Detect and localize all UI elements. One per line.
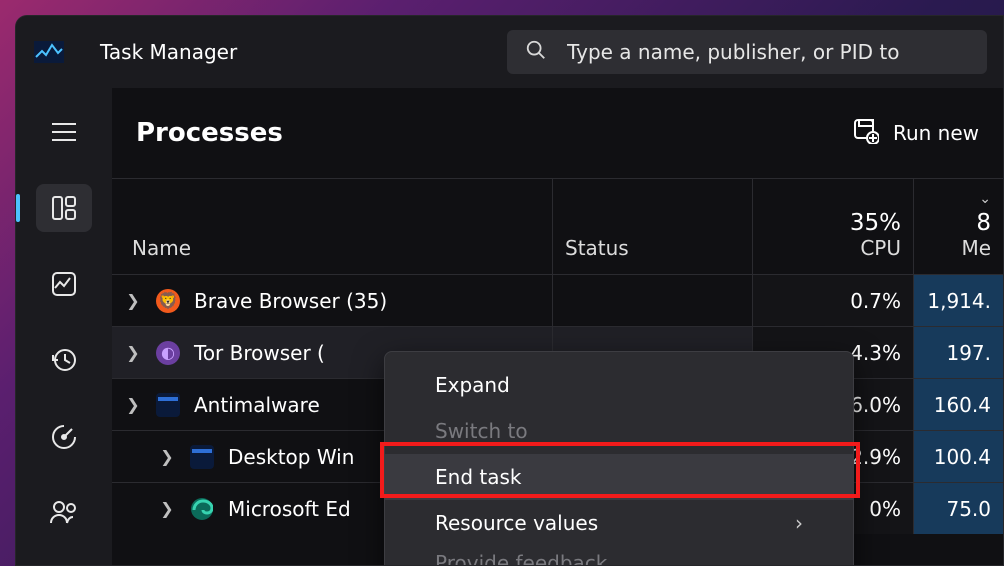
column-memory-label: Me <box>961 236 991 260</box>
table-row[interactable]: ❯🦁Brave Browser (35) 0.7%1,914. <box>112 274 1003 326</box>
search-placeholder: Type a name, publisher, or PID to <box>567 40 899 64</box>
sort-chevron-icon: ⌄ <box>979 192 991 206</box>
column-memory[interactable]: ⌄ 8 Me <box>913 179 1003 274</box>
menu-item-label: Expand <box>435 373 510 397</box>
expand-chevron-icon[interactable]: ❯ <box>158 447 176 466</box>
page-header: Processes Run new <box>112 88 1003 178</box>
task-manager-icon <box>32 40 66 64</box>
menu-item-expand[interactable]: Expand <box>385 362 853 408</box>
process-memory-cell: 160.4 <box>913 379 1003 430</box>
hamburger-button[interactable] <box>36 108 92 156</box>
menu-item-label: Switch to <box>435 419 528 443</box>
window-body: Processes Run new Name Status <box>16 88 1003 565</box>
page-title: Processes <box>136 118 283 148</box>
sidebar-item-history[interactable] <box>36 336 92 384</box>
sidebar-item-startup[interactable] <box>36 412 92 460</box>
run-new-task-button[interactable]: Run new <box>853 118 979 149</box>
process-name: Antimalware <box>194 393 320 417</box>
search-icon <box>525 39 547 65</box>
menu-item-provide-feedback: Provide feedback <box>385 546 853 565</box>
menu-item-label: Provide feedback <box>435 551 607 565</box>
column-cpu-value: 35% <box>850 210 901 236</box>
menu-item-switch-to: Switch to <box>385 408 853 454</box>
run-new-label: Run new <box>893 121 979 145</box>
sidebar-item-performance[interactable] <box>36 260 92 308</box>
table-header: Name Status 35% CPU ⌄ 8 Me <box>112 178 1003 274</box>
context-menu: Expand Switch to End task Resource values › P… <box>384 351 854 565</box>
process-name: Desktop Win <box>228 445 354 469</box>
column-status[interactable]: Status <box>552 179 752 274</box>
process-status-cell <box>552 275 752 326</box>
main-panel: Processes Run new Name Status <box>112 88 1003 565</box>
column-name[interactable]: Name <box>112 179 552 274</box>
process-memory-cell: 1,914. <box>913 275 1003 326</box>
process-memory-cell: 75.0 <box>913 483 1003 534</box>
process-memory-cell: 100.4 <box>913 431 1003 482</box>
process-cpu-cell: 0.7% <box>752 275 913 326</box>
process-name: Tor Browser ( <box>194 341 325 365</box>
process-name-cell: ❯🦁Brave Browser (35) <box>112 275 552 326</box>
column-cpu-label: CPU <box>860 236 901 260</box>
menu-item-end-task[interactable]: End task <box>385 454 853 500</box>
expand-chevron-icon[interactable]: ❯ <box>124 395 142 414</box>
run-new-icon <box>853 118 879 149</box>
process-name: Brave Browser (35) <box>194 289 387 313</box>
sidebar <box>16 88 112 565</box>
column-memory-value: 8 <box>976 210 991 236</box>
column-status-label: Status <box>565 236 740 260</box>
chevron-right-icon: › <box>795 511 803 535</box>
menu-item-label: End task <box>435 465 521 489</box>
column-cpu[interactable]: 35% CPU <box>752 179 913 274</box>
task-manager-window: Task Manager Type a name, publisher, or … <box>15 15 1004 566</box>
app-title: Task Manager <box>100 40 237 64</box>
process-name: Microsoft Ed <box>228 497 351 521</box>
sidebar-item-processes[interactable] <box>36 184 92 232</box>
column-name-label: Name <box>132 236 540 260</box>
process-memory-cell: 197. <box>913 327 1003 378</box>
expand-chevron-icon[interactable]: ❯ <box>124 291 142 310</box>
expand-chevron-icon[interactable]: ❯ <box>158 499 176 518</box>
menu-item-label: Resource values <box>435 511 598 535</box>
sidebar-item-users[interactable] <box>36 488 92 536</box>
search-box[interactable]: Type a name, publisher, or PID to <box>507 30 987 74</box>
expand-chevron-icon[interactable]: ❯ <box>124 343 142 362</box>
menu-item-resource-values[interactable]: Resource values › <box>385 500 853 546</box>
titlebar: Task Manager Type a name, publisher, or … <box>16 16 1003 88</box>
